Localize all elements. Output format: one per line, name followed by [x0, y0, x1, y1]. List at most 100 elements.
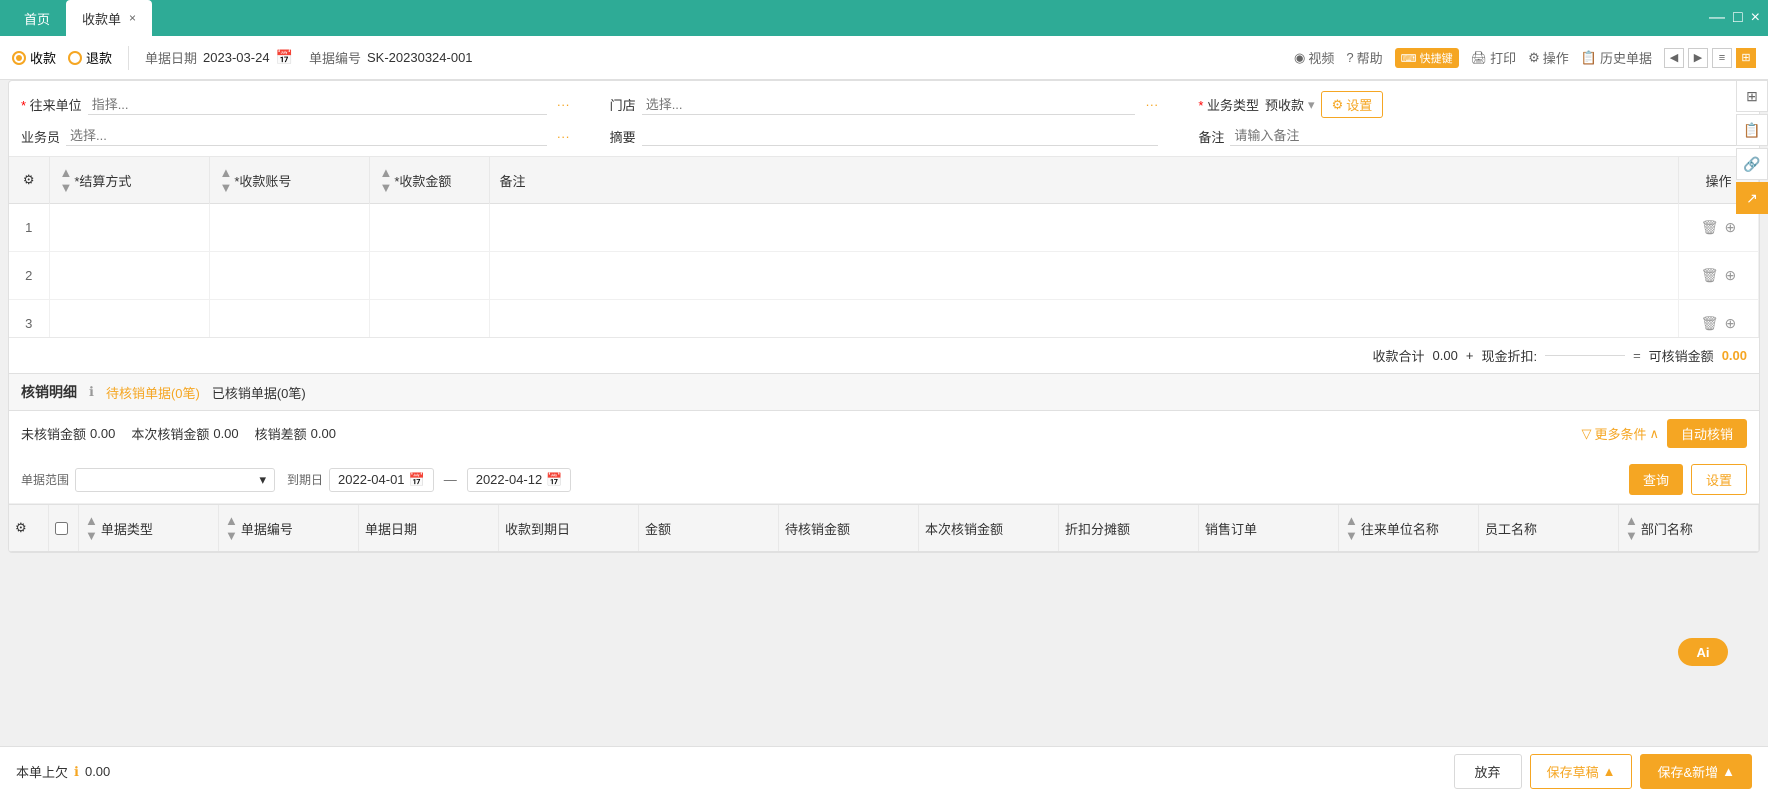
store-input[interactable]	[642, 95, 1136, 115]
due-date-from-value: 2022-04-01	[338, 472, 405, 487]
bottom-th-gear[interactable]: ⚙	[9, 505, 49, 551]
row-2-amount[interactable]	[369, 252, 489, 300]
radio-refund[interactable]: 退款	[68, 48, 112, 67]
action-shortcut[interactable]: ⌨ 快捷键	[1395, 48, 1459, 68]
radio-receipt[interactable]: 收款	[12, 48, 56, 67]
row-2-actions: 🗑 ⊕	[1689, 267, 1748, 284]
due-date-label: 到期日	[287, 471, 323, 488]
tab-close-icon[interactable]: ×	[129, 11, 136, 25]
row-3-account[interactable]	[209, 300, 369, 338]
tab-active[interactable]: 收款单 ×	[66, 0, 152, 36]
save-new-btn[interactable]: 保存&新增 ▲	[1640, 754, 1752, 789]
business-type-select[interactable]: 预收款 ▾	[1265, 95, 1315, 114]
current-verif-value: 0.00	[213, 426, 238, 441]
row-2-settle[interactable]	[49, 252, 209, 300]
note-field: 备注	[1198, 126, 1747, 146]
due-date-to[interactable]: 2022-04-12 📅	[467, 468, 572, 492]
bottom-th-current: 本次核销金额	[919, 505, 1059, 551]
list-layout-icon[interactable]: ≡	[1712, 48, 1732, 68]
available-label: 可核销金额	[1649, 346, 1714, 365]
row-3-delete-icon[interactable]: 🗑	[1701, 315, 1719, 332]
row-1-delete-icon[interactable]: 🗑	[1701, 219, 1719, 236]
bottom-th-sales: 销售订单	[1199, 505, 1339, 551]
action-video[interactable]: ◉ 视频	[1294, 48, 1334, 67]
footer-actions: 放弃 保存草稿 ▲ 保存&新增 ▲	[1454, 754, 1752, 789]
balance-info-icon[interactable]: ℹ	[74, 764, 79, 780]
bill-date-label: 单据日期	[145, 48, 197, 67]
row-2-copy-icon[interactable]: ⊕	[1725, 267, 1737, 284]
verif-settings-btn[interactable]: 设置	[1691, 464, 1747, 495]
row-3-amount[interactable]	[369, 300, 489, 338]
salesperson-input[interactable]	[66, 126, 547, 146]
th-remark-label: 备注	[500, 174, 526, 189]
bottom-th-pending: 待核销金额	[779, 505, 919, 551]
maximize-icon[interactable]: □	[1733, 9, 1743, 27]
verif-info-icon[interactable]: ℹ	[89, 384, 94, 400]
prev-layout-icon[interactable]: ◀	[1664, 48, 1684, 68]
counterparty-ellipsis[interactable]: ···	[557, 97, 570, 112]
row-1-amount[interactable]	[369, 204, 489, 252]
action-print[interactable]: 🖨 打印	[1471, 48, 1517, 67]
bottom-th-due-date: 收款到期日	[499, 505, 639, 551]
settings-button[interactable]: ⚙ 设置	[1321, 91, 1384, 118]
row-1-account[interactable]	[209, 204, 369, 252]
save-new-arrow: ▲	[1722, 764, 1735, 779]
discount-input[interactable]	[1545, 355, 1625, 356]
calendar-icon[interactable]: 📅	[276, 49, 293, 66]
due-date-from[interactable]: 2022-04-01 📅	[329, 468, 434, 492]
query-btn[interactable]: 查询	[1629, 464, 1683, 495]
row-1-settle[interactable]	[49, 204, 209, 252]
action-print-label: 打印	[1490, 48, 1516, 67]
grid-layout-icon[interactable]: ⊞	[1736, 48, 1756, 68]
counterparty-input[interactable]	[88, 95, 547, 115]
row-1-remark[interactable]	[489, 204, 1679, 252]
row-2-delete-icon[interactable]: 🗑	[1701, 267, 1719, 284]
row-1-copy-icon[interactable]: ⊕	[1725, 219, 1737, 236]
tab-home[interactable]: 首页	[8, 0, 66, 36]
summary-label: 摘要	[610, 127, 636, 146]
action-help[interactable]: ? 帮助	[1346, 48, 1382, 67]
layout-icons: ◀ ▶ ≡ ⊞	[1664, 48, 1756, 68]
main-content: 往来单位 ··· 门店 ··· 业务类型 预收款 ▾ ⚙ 设置	[8, 80, 1760, 553]
store-ellipsis[interactable]: ···	[1145, 97, 1158, 112]
sidebar-table-icon[interactable]: ⊞	[1736, 80, 1768, 112]
equals-sign: =	[1633, 348, 1641, 363]
row-2-remark[interactable]	[489, 252, 1679, 300]
bottom-th-amount: 金额	[639, 505, 779, 551]
bottom-th-discount-label: 折扣分摊额	[1065, 519, 1130, 538]
bill-range-select[interactable]: ▾	[75, 468, 275, 492]
current-verif-item: 本次核销金额 0.00	[131, 424, 238, 443]
action-history[interactable]: 📋 历史单据	[1581, 48, 1652, 67]
table-settings-icon[interactable]: ⚙	[9, 157, 49, 204]
auto-verif-btn[interactable]: 自动核销	[1667, 419, 1747, 448]
save-draft-btn[interactable]: 保存草稿 ▲	[1530, 754, 1633, 789]
salesperson-ellipsis[interactable]: ···	[557, 129, 570, 144]
tab-verified[interactable]: 已核销单据(0笔)	[212, 383, 306, 402]
sidebar-link-icon[interactable]: 🔗	[1736, 148, 1768, 180]
close-window-icon[interactable]: ×	[1751, 9, 1760, 27]
bottom-th-dept-label: 部门名称	[1641, 519, 1693, 538]
note-input[interactable]	[1230, 126, 1747, 146]
row-3-settle[interactable]	[49, 300, 209, 338]
sidebar-doc-icon[interactable]: 📋	[1736, 114, 1768, 146]
bottom-th-bill-no-label: 单据编号	[241, 519, 293, 538]
due-date-field: 到期日 2022-04-01 📅 — 2022-04-12 📅	[287, 468, 571, 492]
sidebar-expand-icon[interactable]: ↗	[1736, 182, 1768, 214]
row-2-account[interactable]	[209, 252, 369, 300]
select-all-checkbox[interactable]	[55, 522, 68, 535]
filter-btn[interactable]: ▽ 更多条件 ∧	[1581, 424, 1659, 443]
ai-button[interactable]: Ai	[1678, 638, 1728, 666]
abandon-btn[interactable]: 放弃	[1454, 754, 1522, 789]
row-3-remark[interactable]	[489, 300, 1679, 338]
balance-label: 本单上欠	[16, 762, 68, 781]
form-row-2: 业务员 ··· 摘要 备注	[21, 126, 1747, 146]
minimize-icon[interactable]: —	[1709, 9, 1725, 27]
summary-input[interactable]	[642, 126, 1159, 146]
action-ops[interactable]: ⚙ 操作	[1528, 48, 1569, 67]
bottom-th-checkbox[interactable]	[49, 505, 79, 551]
pending-amount-value: 0.00	[90, 426, 115, 441]
tab-pending[interactable]: 待核销单据(0笔)	[106, 383, 200, 402]
verif-meta: 未核销金额 0.00 本次核销金额 0.00 核销差额 0.00 ▽ 更多条件 …	[9, 411, 1759, 456]
row-3-copy-icon[interactable]: ⊕	[1725, 315, 1737, 332]
next-layout-icon[interactable]: ▶	[1688, 48, 1708, 68]
